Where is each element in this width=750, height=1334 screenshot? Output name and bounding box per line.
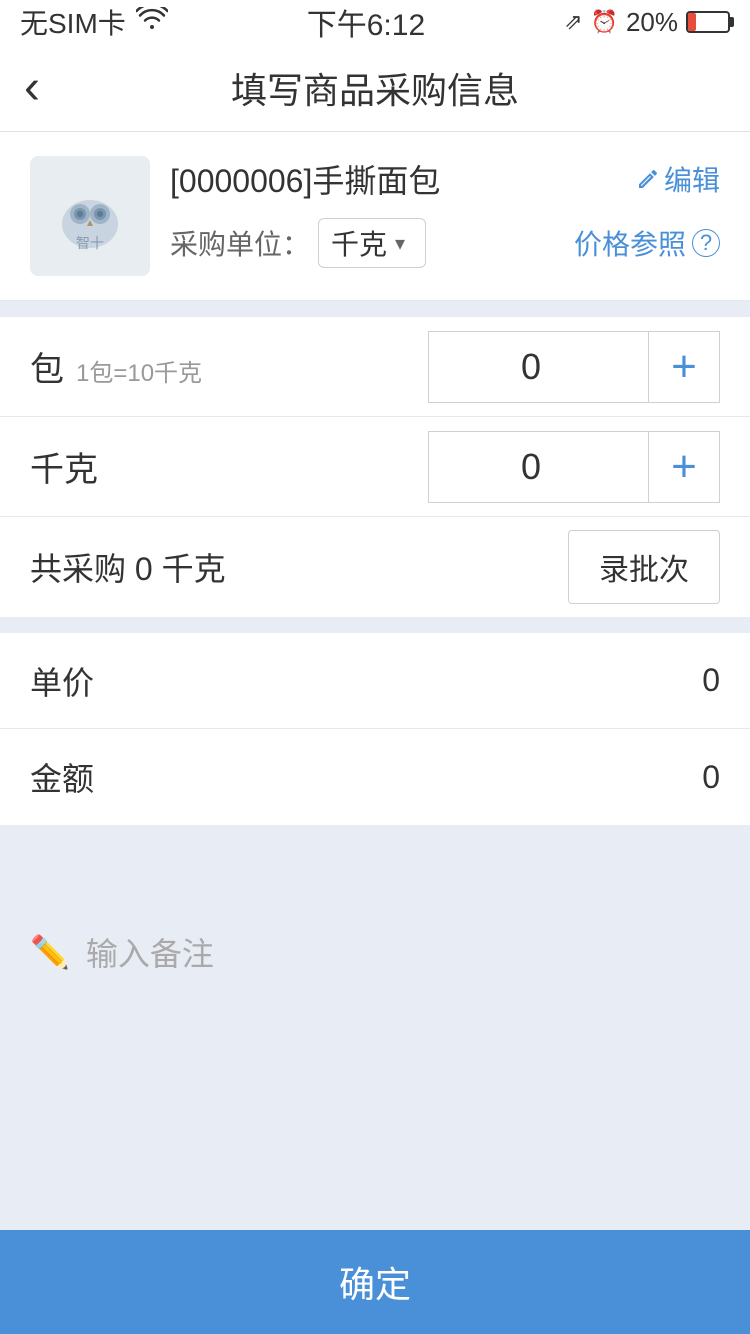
kg-label: 千克: [30, 442, 98, 491]
batch-button[interactable]: 录批次: [568, 530, 720, 604]
dropdown-arrow-icon: ▾: [395, 231, 405, 256]
status-time: 下午6:12: [307, 0, 425, 44]
kg-quantity-input[interactable]: [428, 431, 648, 503]
status-left: 无SIM卡: [20, 2, 168, 42]
bag-unit-label: 包: [30, 342, 64, 391]
price-ref-label: 价格参照: [574, 223, 686, 263]
amount-label: 金额: [30, 754, 94, 800]
bag-quantity-input[interactable]: [428, 331, 648, 403]
status-bar: 无SIM卡 下午6:12 ⇗ ⏰ 20%: [0, 0, 750, 44]
batch-label: 录批次: [599, 554, 689, 587]
wifi-icon: [136, 6, 168, 38]
confirm-bar[interactable]: 确定: [0, 1230, 750, 1334]
amount-value: 0: [702, 759, 720, 796]
total-row: 共采购 0 千克 录批次: [0, 517, 750, 617]
product-info-top: [0000006]手撕面包 编辑: [170, 156, 720, 202]
product-image: 智十: [30, 156, 150, 276]
status-right: ⇗ ⏰ 20%: [564, 7, 730, 38]
content-fill: [0, 1079, 750, 1231]
price-ref-button[interactable]: 价格参照 ?: [574, 223, 720, 263]
product-card: 智十 [0000006]手撕面包 编辑 采购单位： 千克 ▾: [0, 132, 750, 301]
unit-label: 采购单位：: [170, 223, 310, 263]
location-icon: ⇗: [564, 9, 582, 35]
product-info: [0000006]手撕面包 编辑 采购单位： 千克 ▾ 价格: [170, 156, 720, 268]
unit-price-value: 0: [702, 662, 720, 699]
kg-input-row: 千克 +: [0, 417, 750, 517]
section-divider-2: [0, 617, 750, 633]
pencil-icon: ✏️: [30, 933, 70, 971]
nav-bar: ‹ 填写商品采购信息: [0, 44, 750, 132]
confirm-button[interactable]: 确定: [339, 1256, 411, 1308]
alarm-icon: ⏰: [591, 9, 618, 35]
bag-input-right: +: [428, 331, 720, 403]
carrier-label: 无SIM卡: [20, 2, 126, 42]
main-content: 智十 [0000006]手撕面包 编辑 采购单位： 千克 ▾: [0, 132, 750, 1230]
kg-unit-label: 千克: [30, 442, 98, 491]
bag-plus-button[interactable]: +: [648, 331, 720, 403]
unit-value: 千克: [331, 223, 387, 263]
total-label: 共采购 0 千克: [30, 544, 226, 590]
price-section: 单价 0 金额 0: [0, 633, 750, 825]
kg-input-right: +: [428, 431, 720, 503]
note-section[interactable]: ✏️ 输入备注: [0, 825, 750, 1079]
battery-percent: 20%: [626, 7, 678, 38]
edit-label: 编辑: [664, 159, 720, 199]
unit-price-label: 单价: [30, 658, 94, 704]
bag-label: 包 1包=10千克: [30, 342, 202, 391]
product-name: [0000006]手撕面包: [170, 156, 440, 202]
page-title: 填写商品采购信息: [231, 62, 519, 114]
note-placeholder: 输入备注: [86, 929, 214, 975]
edit-button[interactable]: 编辑: [636, 159, 720, 199]
back-button[interactable]: ‹: [24, 60, 40, 115]
amount-row: 金额 0: [0, 729, 750, 825]
product-unit-row: 采购单位： 千克 ▾ 价格参照 ?: [170, 218, 720, 268]
unit-price-row: 单价 0: [0, 633, 750, 729]
section-divider-1: [0, 301, 750, 317]
bag-hint: 1包=10千克: [76, 353, 202, 388]
unit-select[interactable]: 千克 ▾: [318, 218, 426, 268]
bag-input-row: 包 1包=10千克 +: [0, 317, 750, 417]
input-section: 包 1包=10千克 + 千克 +: [0, 317, 750, 517]
battery-icon: [686, 11, 730, 33]
help-icon: ?: [692, 229, 720, 257]
svg-text:智十: 智十: [76, 235, 104, 251]
kg-plus-button[interactable]: +: [648, 431, 720, 503]
